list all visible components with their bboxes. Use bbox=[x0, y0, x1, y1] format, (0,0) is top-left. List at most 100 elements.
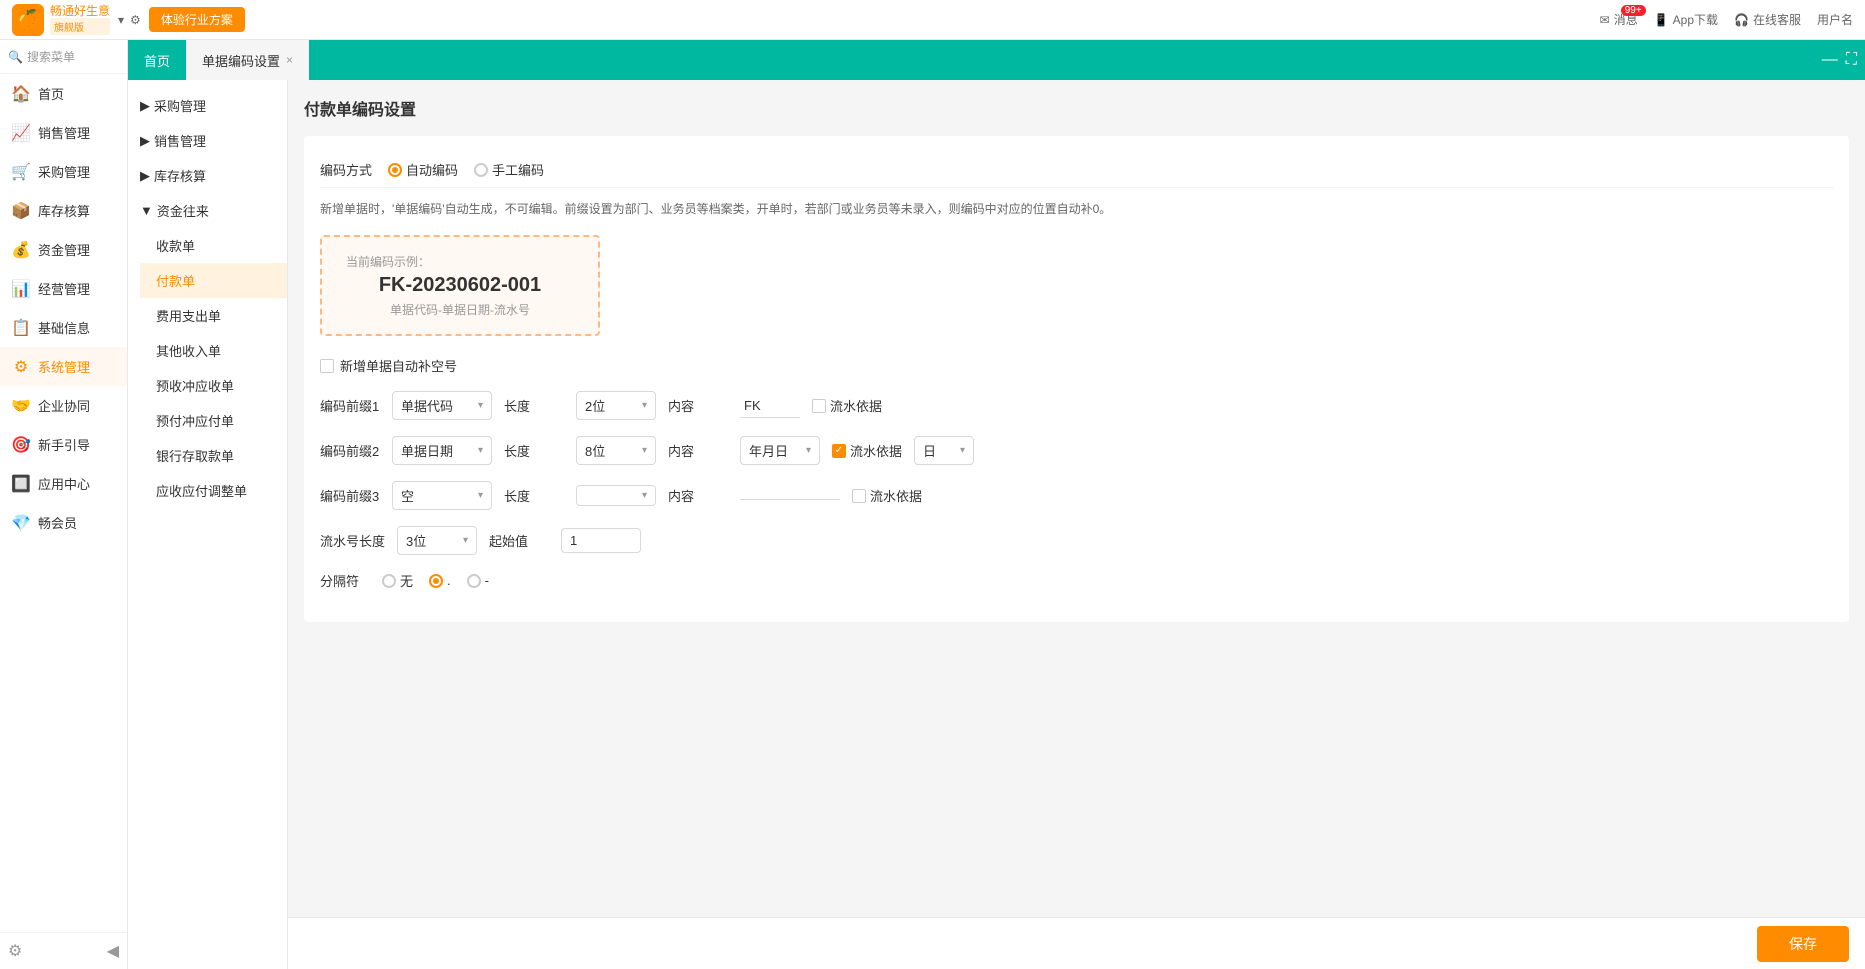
tab-fullscreen-icon[interactable]: ⛶ bbox=[1846, 51, 1857, 69]
sep-dot-circle bbox=[429, 574, 443, 588]
sidebar-label-purchase: 采购管理 bbox=[38, 162, 90, 181]
sub-group-purchase[interactable]: ▶ 采购管理 bbox=[128, 88, 287, 123]
prefix2-select[interactable]: 单据日期 ▾ bbox=[392, 436, 492, 465]
prefix3-select[interactable]: 空 ▾ bbox=[392, 481, 492, 510]
sep-dash-option[interactable]: - bbox=[467, 573, 489, 588]
sub-group-inventory[interactable]: ▶ 库存核算 bbox=[128, 158, 287, 193]
sub-group-sales[interactable]: ▶ 销售管理 bbox=[128, 123, 287, 158]
sidebar-label-guide: 新手引导 bbox=[38, 435, 90, 454]
settings-icon[interactable]: ⚙ bbox=[130, 13, 141, 27]
basic-icon: 📋 bbox=[12, 319, 30, 337]
sub-item-bank-deposit[interactable]: 银行存取款单 bbox=[140, 438, 287, 473]
sidebar-label-enterprise: 企业协同 bbox=[38, 396, 90, 415]
prefix3-arrow: ▾ bbox=[478, 490, 483, 501]
sub-item-receipt[interactable]: 收款单 bbox=[140, 228, 287, 263]
tab-home[interactable]: 首页 bbox=[128, 40, 186, 80]
tab-bar-right: — ⛶ bbox=[1822, 51, 1865, 69]
sidebar-item-system[interactable]: ⚙ 系统管理 bbox=[0, 347, 127, 386]
sidebar-collapse-icon[interactable]: ◀ bbox=[107, 941, 119, 961]
content3-value bbox=[740, 491, 840, 500]
home-icon: 🏠 bbox=[12, 85, 30, 103]
content2-arrow: ▾ bbox=[806, 445, 811, 456]
logo-text: 畅通好生意 bbox=[50, 4, 110, 18]
trial-button[interactable]: 体验行业方案 bbox=[149, 7, 245, 32]
page-title: 付款单编码设置 bbox=[304, 96, 1849, 120]
auto-fill-checkbox[interactable] bbox=[320, 359, 334, 373]
inventory-icon: 📦 bbox=[12, 202, 30, 220]
finance-icon: 💰 bbox=[12, 241, 30, 259]
app-download-button[interactable]: 📱 App下载 bbox=[1654, 11, 1718, 28]
logo: 🍊 畅通好生意 旗舰版 bbox=[12, 4, 110, 36]
sub-item-expense[interactable]: 费用支出单 bbox=[140, 298, 287, 333]
sidebar-item-enterprise[interactable]: 🤝 企业协同 bbox=[0, 386, 127, 425]
app-label: App下载 bbox=[1673, 11, 1718, 28]
sep-none-option[interactable]: 无 bbox=[382, 571, 413, 590]
nav-dropdown[interactable]: ▾ bbox=[118, 13, 124, 27]
message-button[interactable]: ✉ 消息 99+ bbox=[1600, 11, 1638, 28]
serial1-label: 流水依据 bbox=[830, 396, 882, 415]
sub-item-other-income[interactable]: 其他收入单 bbox=[140, 333, 287, 368]
start-value-input[interactable] bbox=[561, 528, 641, 553]
radio-auto-encode[interactable]: 自动编码 bbox=[388, 160, 458, 179]
serial1-checkbox[interactable]: 流水依据 bbox=[812, 396, 882, 415]
sidebar-item-sales[interactable]: 📈 销售管理 bbox=[0, 113, 127, 152]
sub-item-advance-payable[interactable]: 预付冲应付单 bbox=[140, 403, 287, 438]
tab-close-icon[interactable]: × bbox=[286, 53, 293, 67]
sidebar-settings-icon[interactable]: ⚙ bbox=[8, 941, 22, 961]
sidebar-item-home[interactable]: 🏠 首页 bbox=[0, 74, 127, 113]
main-content: 付款单编码设置 编码方式 自动编码 bbox=[288, 80, 1865, 917]
top-bar-nav: ▾ ⚙ bbox=[118, 13, 141, 27]
sidebar-item-inventory[interactable]: 📦 库存核算 bbox=[0, 191, 127, 230]
sub-item-adjustment[interactable]: 应收应付调整单 bbox=[140, 473, 287, 508]
length1-arrow: ▾ bbox=[642, 400, 647, 411]
prefix2-label: 编码前缀2 bbox=[320, 441, 380, 460]
prefix1-select[interactable]: 单据代码 ▾ bbox=[392, 391, 492, 420]
sub-group-capital-label: 资金往来 bbox=[157, 201, 209, 220]
sidebar-item-purchase[interactable]: 🛒 采购管理 bbox=[0, 152, 127, 191]
message-badge: 99+ bbox=[1621, 5, 1646, 16]
sub-item-advance-payable-label: 预付冲应付单 bbox=[156, 411, 234, 430]
sidebar-item-basic[interactable]: 📋 基础信息 bbox=[0, 308, 127, 347]
serial2-checkbox[interactable]: ✓ 流水依据 bbox=[832, 441, 902, 460]
search-icon: 🔍 bbox=[8, 50, 23, 64]
purchase-icon: 🛒 bbox=[12, 163, 30, 181]
length2-select[interactable]: 8位 ▾ bbox=[576, 436, 656, 465]
sep-dot-label: . bbox=[447, 573, 451, 588]
serial2-period-select[interactable]: 日 ▾ bbox=[914, 436, 974, 465]
member-icon: 💎 bbox=[12, 514, 30, 532]
search-menu[interactable]: 🔍 搜索菜单 bbox=[0, 40, 127, 74]
sub-item-expense-label: 费用支出单 bbox=[156, 306, 221, 325]
tab-minimize-icon[interactable]: — bbox=[1822, 51, 1838, 69]
tab-encoding-settings[interactable]: 单据编码设置 × bbox=[186, 40, 309, 80]
sidebar-label-inventory: 库存核算 bbox=[38, 201, 90, 220]
serial-length-select[interactable]: 3位 ▾ bbox=[397, 526, 477, 555]
sub-item-payment[interactable]: 付款单 bbox=[140, 263, 287, 298]
auto-fill-checkbox-row[interactable]: 新增单据自动补空号 bbox=[320, 356, 1833, 375]
sub-group-capital[interactable]: ▼ 资金往来 bbox=[128, 193, 287, 228]
serial3-checkbox[interactable]: 流水依据 bbox=[852, 486, 922, 505]
sub-item-advance-receivable[interactable]: 预收冲应收单 bbox=[140, 368, 287, 403]
service-button[interactable]: 🎧 在线客服 bbox=[1734, 11, 1801, 28]
radio-manual-encode[interactable]: 手工编码 bbox=[474, 160, 544, 179]
sidebar-bottom: ⚙ ◀ bbox=[0, 932, 127, 969]
logo-sub: 旗舰版 bbox=[50, 18, 110, 35]
sidebar-item-operations[interactable]: 📊 经营管理 bbox=[0, 269, 127, 308]
content1-value: FK bbox=[740, 394, 800, 418]
serial-length-label: 流水号长度 bbox=[320, 531, 385, 550]
content2-select[interactable]: 年月日 ▾ bbox=[740, 436, 820, 465]
sidebar-item-member[interactable]: 💎 畅会员 bbox=[0, 503, 127, 542]
sidebar-item-guide[interactable]: 🎯 新手引导 bbox=[0, 425, 127, 464]
user-name: 用户名 bbox=[1817, 11, 1853, 28]
sep-dot-option[interactable]: . bbox=[429, 573, 451, 588]
sidebar-item-finance[interactable]: 💰 资金管理 bbox=[0, 230, 127, 269]
length2-label: 长度 bbox=[504, 441, 564, 460]
prefix3-value: 空 bbox=[401, 486, 414, 505]
user-avatar[interactable]: 用户名 bbox=[1817, 11, 1853, 28]
sub-item-payment-label: 付款单 bbox=[156, 271, 195, 290]
length1-select[interactable]: 2位 ▾ bbox=[576, 391, 656, 420]
sidebar-item-apps[interactable]: 🔲 应用中心 bbox=[0, 464, 127, 503]
save-button[interactable]: 保存 bbox=[1757, 926, 1849, 962]
prefix3-row: 编码前缀3 空 ▾ 长度 ▾ 内容 bbox=[320, 481, 1833, 510]
sub-item-adjustment-label: 应收应付调整单 bbox=[156, 481, 247, 500]
length3-select[interactable]: ▾ bbox=[576, 485, 656, 506]
